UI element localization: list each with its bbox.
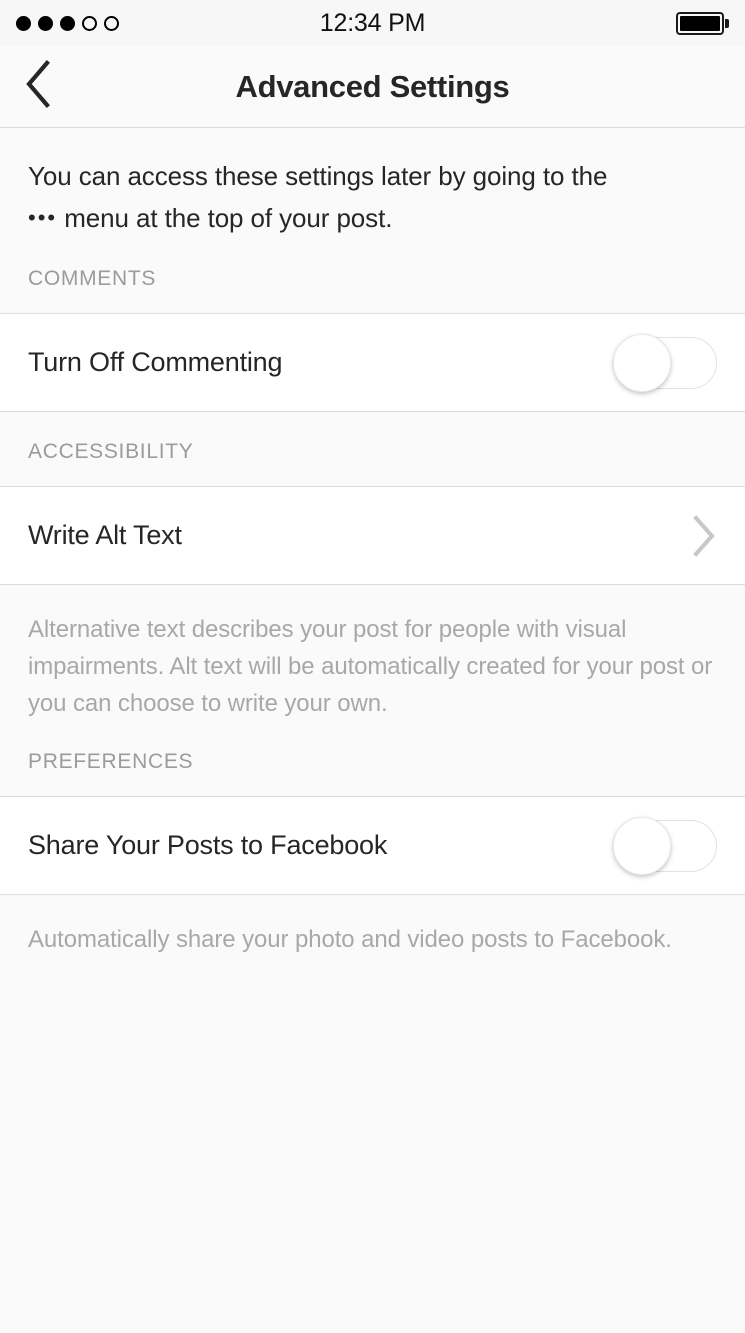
row-label-write-alt-text: Write Alt Text [28,520,182,550]
row-share-posts-to-facebook[interactable]: Share Your Posts to Facebook [0,796,745,895]
chevron-left-icon [22,59,54,114]
navigation-bar: Advanced Settings [0,46,745,128]
section-header-preferences: PREFERENCES [28,750,194,773]
battery-nub [725,18,729,28]
toggle-knob [613,333,671,392]
advanced-settings-screen: 12:34 PM Advanced Settings You can acces… [0,0,745,1333]
ellipsis-menu-icon: ••• [28,205,58,230]
status-bar: 12:34 PM [0,0,745,46]
intro-line-1: You can access these settings later by g… [28,161,608,191]
section-header-comments: COMMENTS [28,267,157,290]
section-header-accessibility: ACCESSIBILITY [28,440,194,463]
chevron-right-icon[interactable] [691,514,717,558]
row-label-share-posts-to-facebook: Share Your Posts to Facebook [28,830,388,860]
battery-full-icon [675,11,729,35]
battery-fill [679,15,720,31]
status-bar-time: 12:34 PM [319,8,426,37]
battery-body [675,11,724,35]
toggle-share-posts-to-facebook[interactable] [613,816,717,875]
footnote-accessibility: Alternative text describes your post for… [28,616,713,717]
toggle-turn-off-commenting[interactable] [613,333,717,392]
row-turn-off-commenting[interactable]: Turn Off Commenting [0,313,745,412]
row-label-turn-off-commenting: Turn Off Commenting [28,347,283,377]
row-write-alt-text[interactable]: Write Alt Text [0,486,745,585]
back-button[interactable] [0,46,76,127]
page-title: Advanced Settings [235,68,510,104]
toggle-knob [613,816,671,875]
intro-description: You can access these settings later by g… [0,128,745,239]
footnote-preferences: Automatically share your photo and video… [28,926,672,953]
intro-line-2: menu at the top of your post. [64,203,393,233]
